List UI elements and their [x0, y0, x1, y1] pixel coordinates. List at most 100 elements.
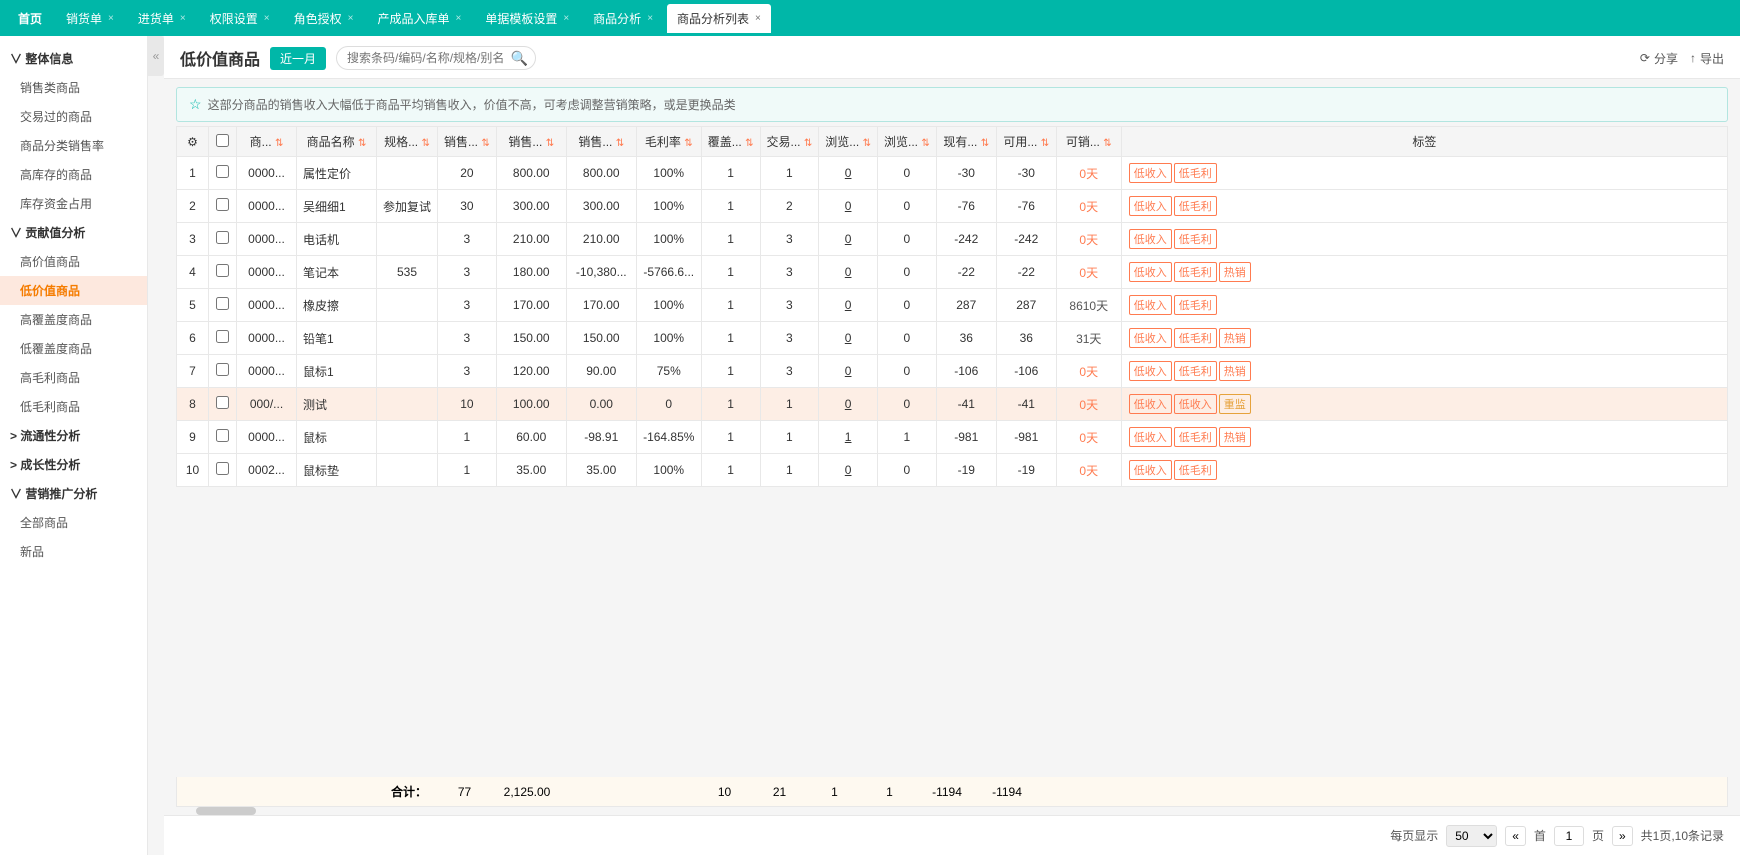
cell-browse1[interactable]: 0 [819, 256, 878, 289]
horizontal-scrollbar[interactable] [176, 807, 1728, 815]
nav-goods-analysis-close[interactable]: × [647, 13, 653, 24]
cell-checkbox[interactable] [209, 256, 237, 289]
cell-browse1[interactable]: 0 [819, 289, 878, 322]
nav-role[interactable]: 角色授权 × [284, 4, 364, 33]
sidebar-item-stock-capital[interactable]: 库存资金占用 [0, 189, 147, 218]
scrollbar-thumb[interactable] [196, 807, 256, 815]
sidebar-collapse-btn[interactable]: « [148, 36, 164, 76]
page-number-input[interactable] [1554, 826, 1584, 846]
cell-browse1[interactable]: 0 [819, 454, 878, 487]
cell-gross-margin: 100% [636, 157, 701, 190]
sidebar-item-high-coverage[interactable]: 高覆盖度商品 [0, 305, 147, 334]
nav-perm-close[interactable]: × [264, 13, 270, 24]
cell-checkbox[interactable] [209, 157, 237, 190]
sidebar-item-high-margin[interactable]: 高毛利商品 [0, 363, 147, 392]
cell-checkbox[interactable] [209, 454, 237, 487]
cell-name: 属性定价 [297, 157, 377, 190]
cell-browse1[interactable]: 1 [819, 421, 878, 454]
cell-num: 3 [177, 223, 209, 256]
cell-browse1[interactable]: 0 [819, 223, 878, 256]
cell-browse1[interactable]: 0 [819, 322, 878, 355]
row-checkbox[interactable] [216, 429, 229, 442]
cell-browse1[interactable]: 0 [819, 388, 878, 421]
nav-product-in[interactable]: 产成品入库单 × [367, 4, 471, 33]
sidebar-item-low-margin[interactable]: 低毛利商品 [0, 392, 147, 421]
row-checkbox[interactable] [216, 264, 229, 277]
first-page-btn[interactable]: « [1505, 826, 1526, 846]
cell-sales-amt: 180.00 [496, 256, 566, 289]
sidebar-item-new-goods[interactable]: 新品 [0, 537, 147, 566]
cell-browse1[interactable]: 0 [819, 157, 878, 190]
nav-home[interactable]: 首页 [8, 4, 52, 33]
sidebar-item-sales-goods[interactable]: 销售类商品 [0, 73, 147, 102]
cell-checkbox[interactable] [209, 190, 237, 223]
table-row: 7 0000... 鼠标1 3 120.00 90.00 75% 1 3 0 0… [177, 355, 1728, 388]
cell-checkbox[interactable] [209, 388, 237, 421]
cell-browse2: 0 [878, 157, 937, 190]
next-page-btn[interactable]: » [1612, 826, 1633, 846]
sidebar-item-traded-goods[interactable]: 交易过的商品 [0, 102, 147, 131]
col-coverage: 覆盖... ⇅ [701, 127, 760, 157]
filter-btn[interactable]: 近一月 [270, 47, 326, 70]
select-all-checkbox[interactable] [216, 134, 229, 147]
cell-code: 0000... [237, 223, 297, 256]
nav-template[interactable]: 单据模板设置 × [475, 4, 579, 33]
sidebar-group-circulation[interactable]: > 流通性分析 [0, 421, 147, 450]
row-checkbox[interactable] [216, 231, 229, 244]
nav-perm[interactable]: 权限设置 × [200, 4, 280, 33]
sidebar-item-category-sales[interactable]: 商品分类销售率 [0, 131, 147, 160]
cell-checkbox[interactable] [209, 322, 237, 355]
nav-product-in-close[interactable]: × [455, 13, 461, 24]
sidebar-item-high-value[interactable]: 高价值商品 [0, 247, 147, 276]
nav-purchase[interactable]: 进货单 × [128, 4, 196, 33]
sidebar-group-marketing[interactable]: ∨ 营销推广分析 [0, 479, 147, 508]
cell-available: -41 [996, 388, 1056, 421]
cell-num: 9 [177, 421, 209, 454]
nav-goods-analysis-list-close[interactable]: × [755, 13, 761, 24]
table-row: 10 0002... 鼠标垫 1 35.00 35.00 100% 1 1 0 … [177, 454, 1728, 487]
row-checkbox[interactable] [216, 330, 229, 343]
share-btn[interactable]: ⟳ 分享 [1640, 50, 1678, 67]
search-icon[interactable]: 🔍 [511, 50, 528, 67]
row-checkbox[interactable] [216, 363, 229, 376]
col-browse2: 浏览... ⇅ [878, 127, 937, 157]
cell-checkbox[interactable] [209, 223, 237, 256]
col-settings[interactable]: ⚙ [177, 127, 209, 157]
cell-code: 0000... [237, 190, 297, 223]
export-btn[interactable]: ↑ 导出 [1690, 50, 1724, 67]
row-checkbox[interactable] [216, 165, 229, 178]
cell-checkbox[interactable] [209, 355, 237, 388]
cell-spec: 参加复试 [377, 190, 438, 223]
sidebar-group-contribution[interactable]: ∨ 贡献值分析 [0, 218, 147, 247]
cell-sales-cost: 35.00 [566, 454, 636, 487]
row-checkbox[interactable] [216, 462, 229, 475]
sidebar-group-growth[interactable]: > 成长性分析 [0, 450, 147, 479]
cell-coverage: 1 [701, 256, 760, 289]
search-input[interactable] [336, 46, 536, 70]
sidebar-item-all-goods[interactable]: 全部商品 [0, 508, 147, 537]
cell-checkbox[interactable] [209, 421, 237, 454]
table-container[interactable]: ⚙ 商... ⇅ 商品名称 ⇅ 规格... ⇅ 销售... ⇅ 销售... ⇅ … [176, 126, 1728, 777]
nav-purchase-close[interactable]: × [180, 13, 186, 24]
nav-template-close[interactable]: × [563, 13, 569, 24]
nav-goods-analysis[interactable]: 商品分析 × [583, 4, 663, 33]
nav-goods-analysis-list[interactable]: 商品分析列表 × [667, 4, 771, 33]
sidebar-group-overall[interactable]: ∨ 整体信息 [0, 44, 147, 73]
row-checkbox[interactable] [216, 297, 229, 310]
nav-role-close[interactable]: × [348, 13, 354, 24]
sidebar-item-low-coverage[interactable]: 低覆盖度商品 [0, 334, 147, 363]
col-checkbox[interactable] [209, 127, 237, 157]
row-checkbox[interactable] [216, 198, 229, 211]
cell-sales-cost: 90.00 [566, 355, 636, 388]
cell-sales-qty: 1 [438, 421, 497, 454]
sidebar-item-high-stock[interactable]: 高库存的商品 [0, 160, 147, 189]
sidebar-item-low-value[interactable]: 低价值商品 [0, 276, 147, 305]
row-checkbox[interactable] [216, 396, 229, 409]
col-gross-margin: 毛利率 ⇅ [636, 127, 701, 157]
cell-checkbox[interactable] [209, 289, 237, 322]
cell-browse1[interactable]: 0 [819, 190, 878, 223]
nav-sales[interactable]: 销货单 × [56, 4, 124, 33]
per-page-select[interactable]: 50 100 200 [1446, 825, 1497, 847]
cell-browse1[interactable]: 0 [819, 355, 878, 388]
nav-sales-close[interactable]: × [108, 13, 114, 24]
